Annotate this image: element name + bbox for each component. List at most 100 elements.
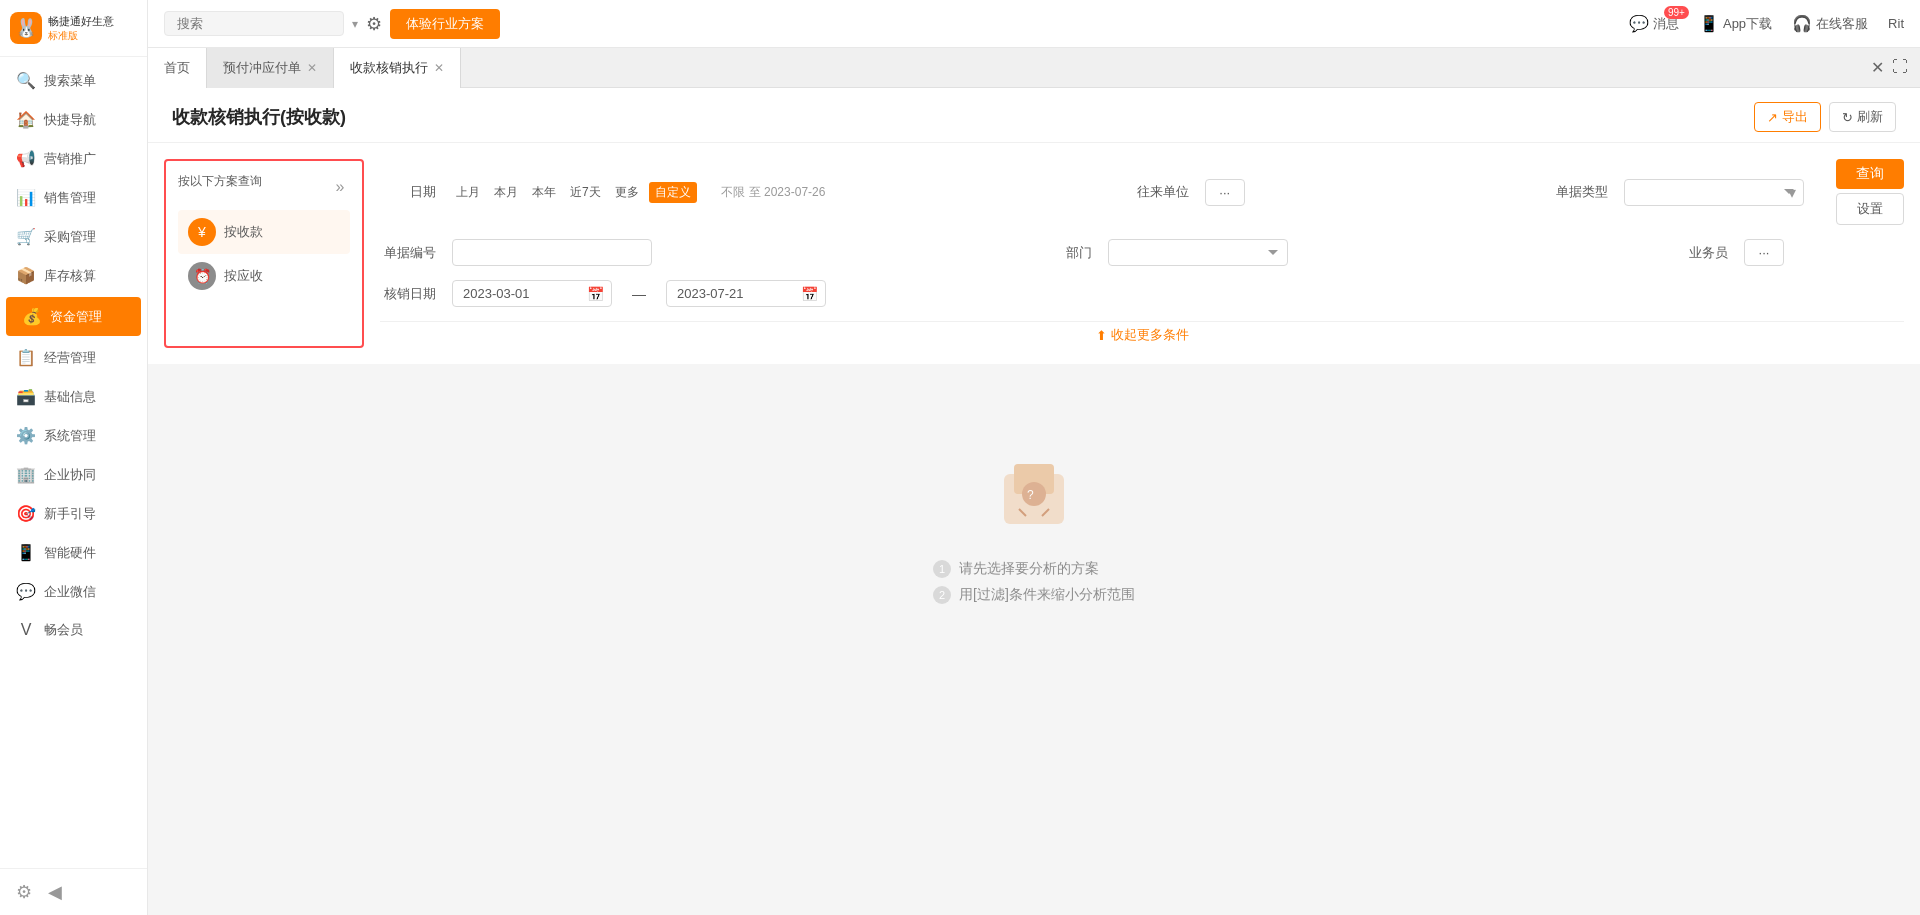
topbar-left: ▾ ⚙ 体验行业方案	[164, 9, 1617, 39]
doc-no-label: 单据编号	[380, 244, 436, 262]
staff-select-btn[interactable]: ···	[1744, 239, 1784, 266]
collapse-panel-icon[interactable]: »	[330, 177, 350, 197]
sidebar-item-enterprise[interactable]: 🏢企业协同	[0, 455, 147, 494]
expand-tab-icon[interactable]: ⛶	[1892, 58, 1908, 77]
hardware-icon: 📱	[16, 543, 36, 562]
logo-area: 🐰 畅捷通好生意 标准版	[0, 0, 147, 57]
query-button[interactable]: 查询	[1836, 159, 1904, 189]
doc-no-input[interactable]	[452, 239, 652, 266]
sidebar-item-basic-info[interactable]: 🗃️基础信息	[0, 377, 147, 416]
content-area: 收款核销执行(按收款) ↗ 导出 ↻ 刷新 按以下方案查询 »	[148, 88, 1920, 915]
quick-nav-icon: 🏠	[16, 110, 36, 129]
sidebar-item-hardware[interactable]: 📱智能硬件	[0, 533, 147, 572]
sidebar-item-system[interactable]: ⚙️系统管理	[0, 416, 147, 455]
receipt-option-label: 按收款	[224, 223, 263, 241]
sidebar-item-label-basic-info: 基础信息	[44, 388, 96, 406]
export-button[interactable]: ↗ 导出	[1754, 102, 1821, 132]
filter-option-by-receipt[interactable]: ¥ 按收款	[178, 210, 350, 254]
calendar-end-icon[interactable]: 📅	[801, 286, 818, 302]
tab-collect-verify[interactable]: 收款核销执行 ✕	[334, 48, 461, 88]
filter-row-3: 核销日期 📅 — 📅	[380, 280, 1904, 307]
app-download-button[interactable]: 📱 App下载	[1699, 14, 1772, 33]
message-count: 99+	[1664, 6, 1689, 19]
empty-state: ? 1 请先选择要分析的方案 2 用[过滤]条件来缩小分析范围	[148, 364, 1920, 644]
last-7days-btn[interactable]: 近7天	[566, 182, 605, 203]
online-service-button[interactable]: 🎧 在线客服	[1792, 14, 1868, 33]
sidebar-item-member[interactable]: V畅会员	[0, 611, 147, 649]
service-label: 在线客服	[1816, 15, 1868, 33]
sidebar-item-label-operations: 经营管理	[44, 349, 96, 367]
sidebar-item-inventory[interactable]: 📦库存核算	[0, 256, 147, 295]
sidebar-item-search[interactable]: 🔍搜索菜单	[0, 61, 147, 100]
search-icon: 🔍	[16, 71, 36, 90]
tab-prepay[interactable]: 预付冲应付单✕	[207, 48, 334, 88]
gear-icon[interactable]: ⚙	[366, 13, 382, 35]
empty-illustration: ?	[984, 444, 1084, 544]
collapse-more-label: 收起更多条件	[1111, 326, 1189, 344]
purchase-icon: 🛒	[16, 227, 36, 246]
industry-btn[interactable]: 体验行业方案	[390, 9, 500, 39]
sidebar-item-label-finance: 资金管理	[50, 308, 102, 326]
filter-option-by-receivable[interactable]: ⏰ 按应收	[178, 254, 350, 298]
tab-label-collect-verify: 收款核销执行	[350, 59, 428, 77]
tab-home[interactable]: 首页	[148, 48, 207, 88]
service-icon: 🎧	[1792, 14, 1812, 33]
settings-icon[interactable]: ⚙	[16, 881, 32, 903]
last-month-btn[interactable]: 上月	[452, 182, 484, 203]
sidebar-item-purchase[interactable]: 🛒 采购管理	[0, 217, 147, 256]
counterpart-select-btn[interactable]: ···	[1205, 179, 1245, 206]
date-shortcuts-area: 上月 本月 本年 近7天 更多 自定义	[452, 182, 697, 203]
sidebar-item-label-purchase: 采购管理	[44, 228, 96, 246]
tab-close-collect-verify[interactable]: ✕	[434, 61, 444, 75]
custom-btn[interactable]: 自定义	[649, 182, 697, 203]
empty-tip-1: 1 请先选择要分析的方案	[933, 560, 1135, 578]
doc-type-label: 单据类型	[1552, 183, 1608, 201]
enterprise-icon: 🏢	[16, 465, 36, 484]
filter-fields: 日期 上月 本月 本年 近7天 更多 自定义 不限 至 2023-	[380, 159, 1920, 348]
sidebar-item-newbie[interactable]: 🎯新手引导	[0, 494, 147, 533]
setting-button[interactable]: 设置	[1836, 193, 1904, 225]
this-year-btn[interactable]: 本年	[528, 182, 560, 203]
receipt-option-icon: ¥	[188, 218, 216, 246]
sidebar: 🐰 畅捷通好生意 标准版 🔍搜索菜单🏠快捷导航📢营销推广📊销售管理 🛒 采购管理 📦库…	[0, 0, 148, 915]
user-name[interactable]: Rit	[1888, 16, 1904, 31]
sidebar-item-label-newbie: 新手引导	[44, 505, 96, 523]
search-input[interactable]	[164, 11, 344, 36]
sidebar-item-label-system: 系统管理	[44, 427, 96, 445]
close-tab-icon[interactable]: ✕	[1871, 58, 1884, 77]
date-label: 日期	[380, 183, 436, 201]
tab-label-home: 首页	[164, 59, 190, 77]
inventory-icon: 📦	[16, 266, 36, 285]
doc-type-select[interactable]	[1624, 179, 1804, 206]
sidebar-item-finance[interactable]: 💰资金管理	[6, 297, 141, 336]
sidebar-bottom: ⚙ ◀	[0, 868, 147, 915]
this-month-btn[interactable]: 本月	[490, 182, 522, 203]
sidebar-item-marketing[interactable]: 📢营销推广	[0, 139, 147, 178]
filter-row-1: 日期 上月 本月 本年 近7天 更多 自定义 不限 至 2023-	[380, 159, 1904, 225]
dept-select[interactable]	[1108, 239, 1288, 266]
header-actions: ↗ 导出 ↻ 刷新	[1754, 102, 1896, 132]
sidebar-item-wecom[interactable]: 💬 企业微信	[0, 572, 147, 611]
empty-tips: 1 请先选择要分析的方案 2 用[过滤]条件来缩小分析范围	[933, 560, 1135, 604]
sidebar-item-sales[interactable]: 📊销售管理	[0, 178, 147, 217]
tip-num-2: 2	[933, 586, 951, 604]
message-button[interactable]: 💬 消息 99+	[1629, 14, 1679, 33]
refresh-button[interactable]: ↻ 刷新	[1829, 102, 1896, 132]
app-icon: 📱	[1699, 14, 1719, 33]
wecom-icon: 💬	[16, 582, 36, 601]
more-btn[interactable]: 更多	[611, 182, 643, 203]
tab-close-prepay[interactable]: ✕	[307, 61, 317, 75]
tab-controls: ✕⛶	[1859, 58, 1920, 77]
sidebar-item-label-wecom: 企业微信	[44, 583, 96, 601]
chevron-down-icon[interactable]: ▾	[352, 17, 358, 31]
tip-text-2: 用[过滤]条件来缩小分析范围	[959, 586, 1135, 604]
export-icon: ↗	[1767, 110, 1778, 125]
sidebar-item-operations[interactable]: 📋经营管理	[0, 338, 147, 377]
sidebar-item-quick-nav[interactable]: 🏠快捷导航	[0, 100, 147, 139]
collapse-more-btn[interactable]: ⬆ 收起更多条件	[380, 321, 1904, 348]
empty-tip-2: 2 用[过滤]条件来缩小分析范围	[933, 586, 1135, 604]
sidebar-item-label-member: 畅会员	[44, 621, 83, 639]
receivable-option-icon: ⏰	[188, 262, 216, 290]
collapse-sidebar-icon[interactable]: ◀	[48, 881, 62, 903]
calendar-start-icon[interactable]: 📅	[587, 286, 604, 302]
